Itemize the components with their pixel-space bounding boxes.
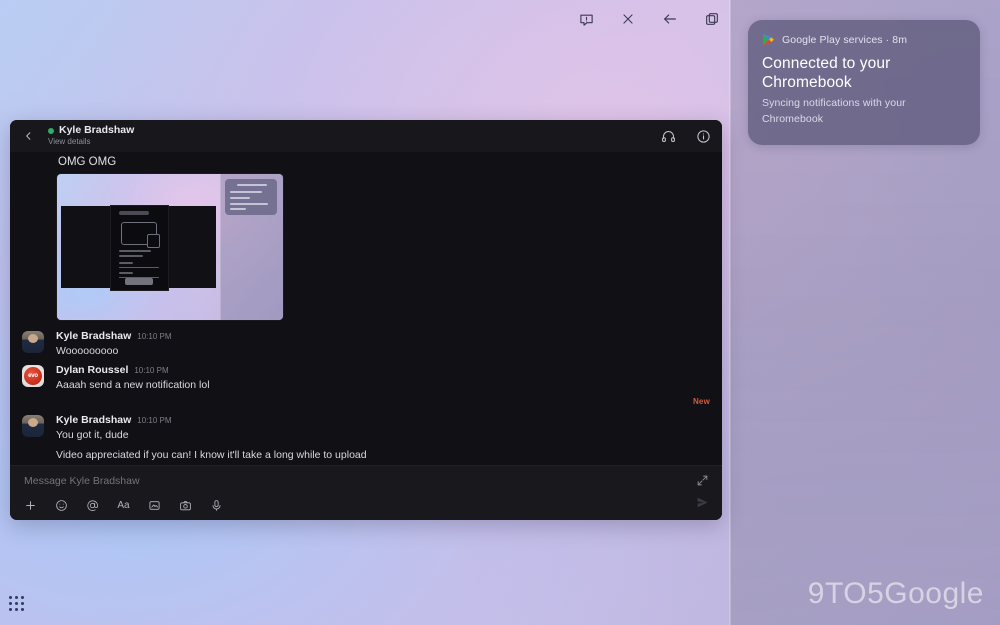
chat-header-center: Kyle Bradshaw View details [48, 125, 134, 146]
send-icon[interactable] [696, 496, 710, 510]
close-icon[interactable] [618, 9, 638, 29]
attachment-app-panel [61, 206, 216, 288]
avatar[interactable]: evo [22, 365, 44, 387]
system-icon-bar [576, 5, 722, 33]
back-icon[interactable] [660, 9, 680, 29]
contact-name: Kyle Bradshaw [59, 125, 134, 136]
first-message-text: OMG OMG [10, 154, 722, 173]
message-timestamp: 10:10 PM [137, 416, 171, 425]
shared-screenshot-attachment[interactable] [56, 173, 284, 321]
message-text-continued: Video appreciated if you can! I know it'… [56, 448, 712, 462]
chat-message-list[interactable]: OMG OMG [10, 152, 722, 465]
message-author: Kyle Bradshaw [56, 330, 131, 342]
attachment-phone-button [125, 278, 153, 285]
message-text: You got it, dude [56, 428, 712, 442]
mention-icon[interactable] [84, 497, 101, 514]
presence-indicator [48, 128, 54, 134]
info-icon[interactable] [694, 127, 712, 145]
avatar[interactable] [22, 331, 44, 353]
view-details-link[interactable]: View details [48, 138, 134, 146]
sticker-icon[interactable] [146, 497, 163, 514]
notification-app-name: Google Play services · 8m [782, 34, 907, 46]
format-text-icon[interactable]: Aa [115, 497, 132, 514]
composer-toolbar: Aa [22, 497, 225, 514]
panel-divider [729, 0, 731, 625]
message-timestamp: 10:10 PM [134, 366, 168, 375]
new-messages-divider: New [10, 395, 722, 411]
chat-header-actions [659, 127, 712, 145]
attachment-illustration-small [147, 234, 160, 248]
attachment-phone-window [110, 205, 169, 291]
notification-body: Syncing notifications with your Chromebo… [748, 92, 980, 127]
emoji-icon[interactable] [53, 497, 70, 514]
chat-window: Kyle Bradshaw View details [10, 120, 722, 520]
notification-card[interactable]: Google Play services · 8m Connected to y… [748, 20, 980, 145]
message-item: Kyle Bradshaw 10:10 PM Wooooooooo [10, 327, 722, 361]
chat-back-button[interactable] [18, 126, 38, 146]
expand-icon[interactable] [696, 474, 710, 488]
desktop-wallpaper: Google Play services · 8m Connected to y… [0, 0, 1000, 625]
message-item: evo Dylan Roussel 10:10 PM Aaaah send a … [10, 361, 722, 395]
app-launcher-button[interactable] [9, 596, 25, 612]
avatar[interactable] [22, 415, 44, 437]
message-text: Wooooooooo [56, 344, 712, 358]
microphone-icon[interactable] [208, 497, 225, 514]
message-input[interactable] [10, 466, 424, 487]
notification-header: Google Play services · 8m [748, 20, 980, 47]
camera-icon[interactable] [177, 497, 194, 514]
message-timestamp: 10:10 PM [137, 332, 171, 341]
message-author: Kyle Bradshaw [56, 414, 131, 426]
message-item: Kyle Bradshaw 10:10 PM You got it, dude … [10, 411, 722, 465]
attachment-phone-header [119, 211, 149, 215]
chat-header: Kyle Bradshaw View details [10, 120, 722, 152]
message-composer: Aa [10, 465, 722, 520]
add-attachment-icon[interactable] [22, 497, 39, 514]
message-author: Dylan Roussel [56, 364, 128, 376]
headphones-icon[interactable] [659, 127, 677, 145]
google-play-icon [762, 33, 775, 47]
rotate-screen-icon[interactable] [702, 9, 722, 29]
watermark: 9TO5Google [808, 577, 984, 611]
feedback-icon[interactable] [576, 9, 596, 29]
attachment-notification-card [225, 179, 277, 215]
new-messages-badge: New [693, 397, 710, 406]
notification-title: Connected to your Chromebook [748, 47, 980, 92]
message-text: Aaaah send a new notification lol [56, 378, 712, 392]
